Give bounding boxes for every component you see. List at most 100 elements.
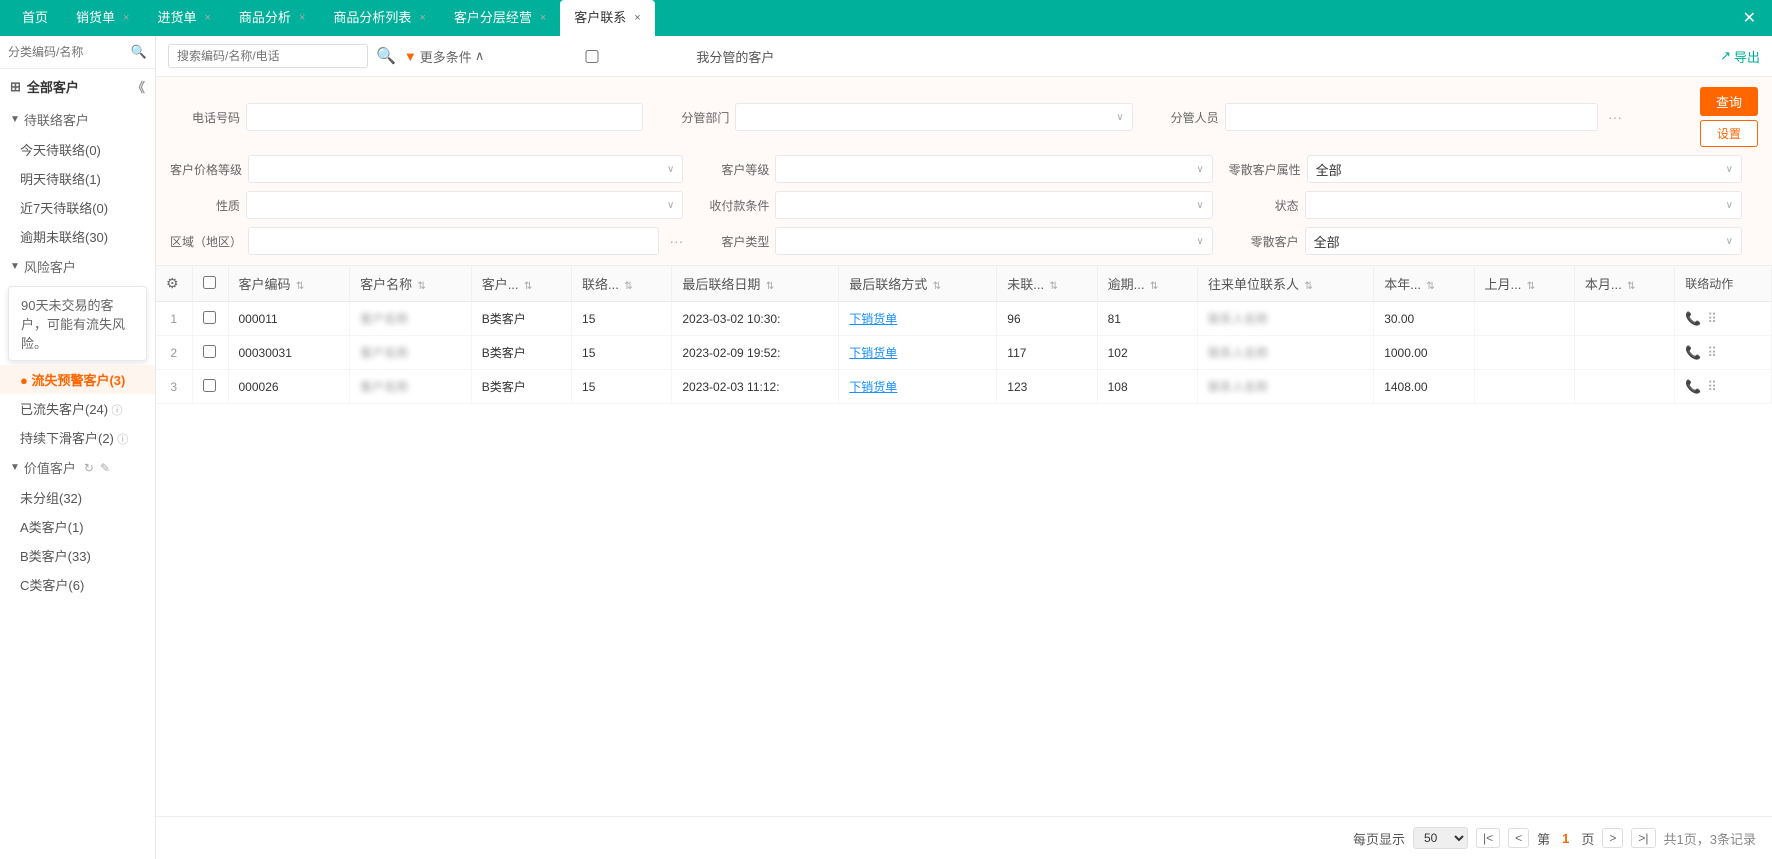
- person-input[interactable]: [1225, 103, 1598, 131]
- search-input[interactable]: [168, 44, 368, 68]
- action-more-icon-2[interactable]: ⠿: [1707, 345, 1717, 361]
- my-customers-checkbox-label[interactable]: 我分管的客户: [492, 47, 774, 66]
- col-action: 联络动作: [1675, 266, 1772, 302]
- row-last-method-3[interactable]: 下销货单: [839, 370, 997, 404]
- settings-button[interactable]: 设置: [1700, 120, 1758, 147]
- nature-select[interactable]: ∨: [246, 191, 683, 219]
- last-method-sort-icon[interactable]: ⇅: [933, 281, 941, 292]
- row-last-method-1[interactable]: 下销货单: [839, 302, 997, 336]
- status-select[interactable]: ∨: [1305, 191, 1742, 219]
- cust-type-select[interactable]: ∨: [775, 227, 1212, 255]
- export-button[interactable]: ↗ 导出: [1720, 47, 1760, 66]
- action-phone-icon-3[interactable]: 📞: [1685, 379, 1701, 395]
- value-refresh-icon[interactable]: ↻: [84, 461, 94, 475]
- overdue-sort-icon[interactable]: ⇅: [1150, 281, 1158, 292]
- row-action-2: 📞 ⠿: [1675, 336, 1772, 370]
- sidebar-search-icon[interactable]: 🔍: [131, 44, 147, 60]
- last-page-button[interactable]: >|: [1631, 828, 1655, 848]
- per-page-select[interactable]: 50 100 200: [1413, 827, 1468, 849]
- cust-level-select[interactable]: ∨: [775, 155, 1212, 183]
- value-edit-icon[interactable]: ✎: [100, 461, 110, 475]
- sidebar: 🔍 ⊞ 全部客户 《 ▼ 待联络客户 今天待联络(0) 明天待联络(1) 近7天…: [0, 36, 156, 859]
- sidebar-item-overdue-pending[interactable]: 逾期未联络(30): [0, 222, 155, 251]
- row-name-1: 客户名称: [350, 302, 472, 336]
- retail-select[interactable]: 全部 ∨: [1305, 227, 1742, 255]
- close-purchase-order-icon[interactable]: ×: [204, 0, 210, 36]
- action-more-icon-1[interactable]: ⠿: [1707, 311, 1717, 327]
- nav-customer-stratification[interactable]: 客户分层经营 ×: [440, 0, 560, 36]
- unlisted-sort-icon[interactable]: ⇅: [1049, 281, 1057, 292]
- this-month-sort-icon[interactable]: ⇅: [1627, 281, 1635, 292]
- more-filters-button[interactable]: ▼ 更多条件 ∧: [404, 47, 484, 66]
- person-more-icon[interactable]: ···: [1608, 109, 1622, 125]
- row-cust-type-1: B类客户: [471, 302, 571, 336]
- collapse-icon[interactable]: 《: [132, 77, 145, 96]
- query-button[interactable]: 查询: [1700, 87, 1758, 116]
- top-navigation: 首页 销货单 × 进货单 × 商品分析 × 商品分析列表 × 客户分层经营 × …: [0, 0, 1772, 36]
- row-last-date-2: 2023-02-09 19:52:: [672, 336, 839, 370]
- select-all-checkbox[interactable]: [203, 276, 216, 289]
- col-code: 客户编码 ⇅: [228, 266, 350, 302]
- price-level-select[interactable]: ∨: [248, 155, 683, 183]
- nav-product-analysis[interactable]: 商品分析 ×: [225, 0, 319, 36]
- next-page-button[interactable]: >: [1602, 828, 1623, 848]
- unit-contact-sort-icon[interactable]: ⇅: [1304, 281, 1312, 292]
- sidebar-item-c-class[interactable]: C类客户(6): [0, 570, 155, 599]
- nav-product-analysis-list[interactable]: 商品分析列表 ×: [319, 0, 439, 36]
- close-customer-contact-icon[interactable]: ×: [634, 0, 640, 36]
- contact-sort-icon[interactable]: ⇅: [624, 281, 632, 292]
- window-close-button[interactable]: ✕: [1735, 8, 1764, 28]
- action-phone-icon-1[interactable]: 📞: [1685, 311, 1701, 327]
- row-unlisted-2: 117: [997, 336, 1097, 370]
- nav-purchase-order[interactable]: 进货单 ×: [143, 0, 224, 36]
- filter-cell-retail: 零散客户 全部 ∨: [1229, 227, 1758, 255]
- sidebar-item-churned[interactable]: 已流失客户(24) ⓘ: [0, 394, 155, 423]
- close-product-analysis-list-icon[interactable]: ×: [419, 0, 425, 36]
- dept-select[interactable]: ∨: [735, 103, 1132, 131]
- action-more-icon-3[interactable]: ⠿: [1707, 379, 1717, 395]
- phone-input[interactable]: [246, 103, 643, 131]
- row-last-method-2[interactable]: 下销货单: [839, 336, 997, 370]
- row-contact-3: 15: [572, 370, 672, 404]
- close-product-analysis-icon[interactable]: ×: [299, 0, 305, 36]
- table-area: ⚙ 客户编码 ⇅ 客户名称 ⇅: [156, 266, 1772, 816]
- nav-sales-order[interactable]: 销货单 ×: [62, 0, 143, 36]
- sidebar-item-a-class[interactable]: A类客户(1): [0, 512, 155, 541]
- sidebar-item-ungrouped[interactable]: 未分组(32): [0, 483, 155, 512]
- first-page-button[interactable]: |<: [1476, 828, 1500, 848]
- name-sort-icon[interactable]: ⇅: [417, 281, 425, 292]
- sidebar-search-input[interactable]: [8, 45, 131, 59]
- retail-attr-select[interactable]: 全部 ∨: [1307, 155, 1742, 183]
- nav-customer-contact[interactable]: 客户联系 ×: [560, 0, 654, 36]
- sidebar-item-declining[interactable]: 持续下滑客户(2) ⓘ: [0, 423, 155, 452]
- sidebar-item-churn-warning[interactable]: ● 流失预警客户(3): [0, 365, 155, 394]
- value-section-header[interactable]: ▼ 价值客户 ↻ ✎: [0, 452, 155, 483]
- this-year-sort-icon[interactable]: ⇅: [1426, 281, 1434, 292]
- region-more-icon[interactable]: ···: [669, 233, 683, 249]
- my-customers-checkbox[interactable]: [492, 50, 692, 63]
- column-settings-icon[interactable]: ⚙: [166, 275, 179, 291]
- risk-section-header[interactable]: ▼ 风险客户: [0, 251, 155, 282]
- region-input[interactable]: [248, 227, 659, 255]
- sidebar-item-b-class[interactable]: B类客户(33): [0, 541, 155, 570]
- payment-select[interactable]: ∨: [775, 191, 1212, 219]
- last-date-sort-icon[interactable]: ⇅: [766, 281, 774, 292]
- sidebar-item-tomorrow-pending[interactable]: 明天待联络(1): [0, 164, 155, 193]
- row-checkbox-3: [192, 370, 228, 404]
- sidebar-item-week-pending[interactable]: 近7天待联络(0): [0, 193, 155, 222]
- cust-type-sort-icon[interactable]: ⇅: [524, 281, 532, 292]
- close-sales-order-icon[interactable]: ×: [123, 0, 129, 36]
- search-button[interactable]: 🔍: [376, 46, 396, 66]
- last-month-sort-icon[interactable]: ⇅: [1527, 281, 1535, 292]
- close-customer-stratification-icon[interactable]: ×: [540, 0, 546, 36]
- col-last-method: 最后联络方式 ⇅: [839, 266, 997, 302]
- code-sort-icon[interactable]: ⇅: [296, 281, 304, 292]
- sidebar-item-today-pending[interactable]: 今天待联络(0): [0, 135, 155, 164]
- row-contact-2: 15: [572, 336, 672, 370]
- pending-section-header[interactable]: ▼ 待联络客户: [0, 104, 155, 135]
- nav-home[interactable]: 首页: [8, 0, 62, 36]
- prev-page-button[interactable]: <: [1508, 828, 1529, 848]
- retail-attr-arrow-icon: ∨: [1726, 164, 1733, 175]
- sidebar-all-customers[interactable]: ⊞ 全部客户 《: [0, 69, 155, 104]
- action-phone-icon-2[interactable]: 📞: [1685, 345, 1701, 361]
